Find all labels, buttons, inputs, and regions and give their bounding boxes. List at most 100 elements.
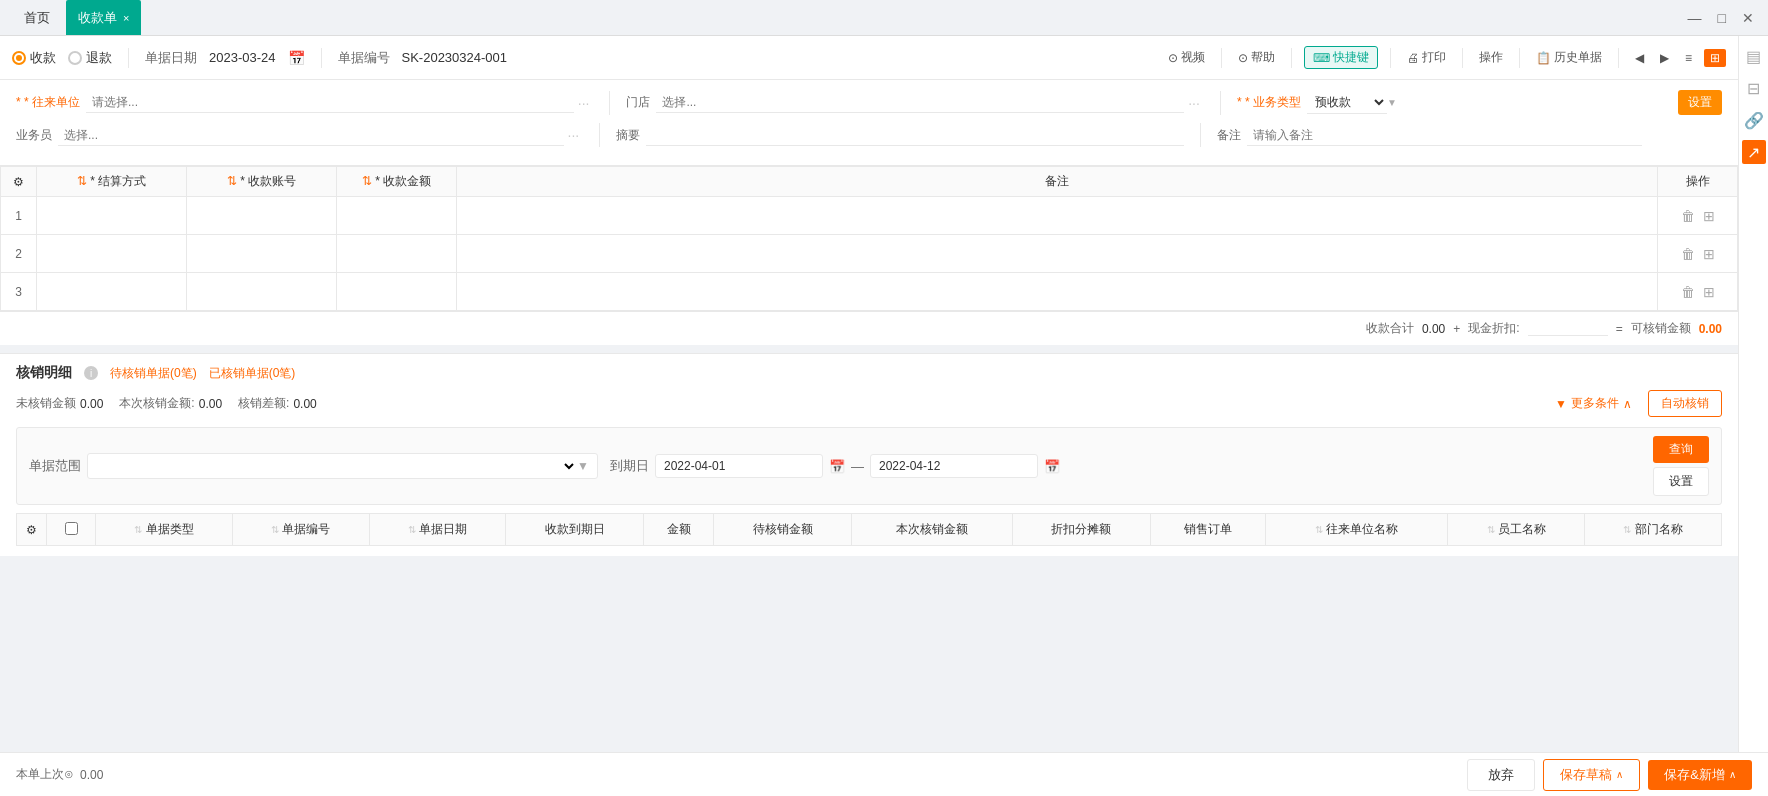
pending-tab[interactable]: 待核销单据(0笔) [110,365,197,382]
store-more-btn[interactable]: ··· [1184,95,1204,111]
verify-info-icon[interactable]: i [84,366,98,380]
radio-collection[interactable]: 收款 [12,49,56,67]
minimize-btn[interactable]: — [1682,8,1708,28]
counterpart-more-btn[interactable]: ··· [574,95,594,111]
row-account-2[interactable] [187,235,337,273]
counterpart-input[interactable] [86,92,574,113]
operate-btn[interactable]: 操作 [1475,47,1507,68]
remark-label: 备注 [1217,127,1241,144]
row-account-1[interactable] [187,197,337,235]
row-account-3[interactable] [187,273,337,311]
delete-icon-2[interactable]: 🗑 [1681,246,1695,262]
nav-prev-btn[interactable]: ◀ [1631,49,1648,67]
store-input[interactable] [656,92,1184,113]
more-conditions-btn[interactable]: ▼ 更多条件 ∧ [1555,395,1632,412]
store-label: 门店 [626,94,650,111]
table-row: 2 🗑 ⊞ [1,235,1738,273]
cal-from-icon[interactable]: 📅 [829,459,845,474]
current-value: 0.00 [199,397,222,411]
done-tab[interactable]: 已核销单据(0笔) [209,365,296,382]
save-new-btn[interactable]: 保存&新增 ∧ [1648,760,1752,790]
sidebar-expand-icon[interactable]: ↗ [1742,140,1766,164]
print-btn[interactable]: 🖨 打印 [1403,47,1450,68]
row-note-1[interactable] [457,197,1658,235]
summary-label: 摘要 [616,127,640,144]
summary-input[interactable] [646,125,1183,146]
col-note-header: 备注 [457,167,1658,197]
sidebar-table-icon[interactable]: ▤ [1742,44,1766,68]
range-select[interactable] [96,458,577,474]
video-btn[interactable]: ⊙ 视频 [1164,47,1209,68]
tab-close-btn[interactable]: × [123,12,129,24]
maximize-btn[interactable]: □ [1712,8,1732,28]
auto-verify-btn[interactable]: 自动核销 [1648,390,1722,417]
col-discount-header: 折扣分摊额 [1012,514,1150,546]
summary-row: 收款合计 0.00 + 现金折扣: = 可核销金额 0.00 [0,311,1738,345]
table-row: 3 🗑 ⊞ [1,273,1738,311]
copy-icon-1[interactable]: ⊞ [1703,208,1715,224]
copy-icon-2[interactable]: ⊞ [1703,246,1715,262]
delete-icon-1[interactable]: 🗑 [1681,208,1695,224]
row-method-2[interactable] [37,235,187,273]
date-value: 2023-03-24 [209,50,276,65]
due-date-label: 到期日 [610,457,649,475]
order-label: 本单上次⊙ [16,766,74,783]
select-all-checkbox[interactable] [65,522,78,535]
help-btn[interactable]: ⊙ 帮助 [1234,47,1279,68]
order-value: 0.00 [80,768,103,782]
shortcut-btn[interactable]: ⌨ 快捷键 [1304,46,1378,69]
gear-icon-bottom[interactable]: ⚙ [26,523,37,537]
discard-btn[interactable]: 放弃 [1467,759,1535,791]
sidebar-list-icon[interactable]: ⊟ [1742,76,1766,100]
date-picker-icon[interactable]: 📅 [288,50,305,66]
tab-home[interactable]: 首页 [8,0,66,35]
copy-icon-3[interactable]: ⊞ [1703,284,1715,300]
history-icon: 📋 [1536,51,1551,65]
col-pending-header: 待核销金额 [714,514,852,546]
delete-icon-3[interactable]: 🗑 [1681,284,1695,300]
row-method-3[interactable] [37,273,187,311]
row-method-1[interactable] [37,197,187,235]
row-action-1: 🗑 ⊞ [1658,197,1738,235]
grid-btn[interactable]: ⊞ [1704,49,1726,67]
save-draft-btn[interactable]: 保存草稿 ∧ [1543,759,1640,791]
history-btn[interactable]: 📋 历史单据 [1532,47,1606,68]
date-to-input[interactable] [870,454,1038,478]
verify-settings-btn[interactable]: 设置 [1653,467,1709,496]
filter-row: 单据范围 ▼ 到期日 📅 — 📅 查询 设置 [16,427,1722,505]
close-btn[interactable]: ✕ [1736,8,1760,28]
range-select-wrap: ▼ [87,453,598,479]
range-field: 单据范围 ▼ [29,453,598,479]
nav-next-btn[interactable]: ▶ [1656,49,1673,67]
staff-input[interactable] [58,125,564,146]
row-amount-1[interactable] [337,197,457,235]
discount-label: 现金折扣: [1468,320,1519,337]
remark-input[interactable] [1247,125,1642,146]
summary-field: 摘要 [616,125,1183,146]
sidebar-link-icon[interactable]: 🔗 [1742,108,1766,132]
table-area: ⚙ ⇅ * 结算方式 ⇅ * 收款账号 ⇅ * 收款金额 [0,166,1738,345]
row-amount-3[interactable] [337,273,457,311]
query-btn[interactable]: 查询 [1653,436,1709,463]
row-amount-2[interactable] [337,235,457,273]
doc-num-label: 单据编号 [338,49,390,67]
row-note-2[interactable] [457,235,1658,273]
divider-7 [1519,48,1520,68]
date-from-input[interactable] [655,454,823,478]
divider-2 [321,48,322,68]
cal-to-icon[interactable]: 📅 [1044,459,1060,474]
discount-input[interactable] [1528,321,1608,336]
diff-label: 核销差额: [238,395,289,412]
radio-refund[interactable]: 退款 [68,49,112,67]
col-action-header: 操作 [1658,167,1738,197]
col-gear-header[interactable]: ⚙ [1,167,37,197]
form-settings-btn[interactable]: 设置 [1678,90,1722,115]
layout-btn[interactable]: ≡ [1681,49,1696,67]
staff-more-btn[interactable]: ··· [564,127,584,143]
staff-label: 业务员 [16,127,52,144]
row-note-3[interactable] [457,273,1658,311]
tab-collection[interactable]: 收款单 × [66,0,141,35]
biz-type-select[interactable]: 预收款 [1307,91,1387,114]
date-separator: — [851,459,864,474]
form-divider-4 [1200,123,1201,147]
